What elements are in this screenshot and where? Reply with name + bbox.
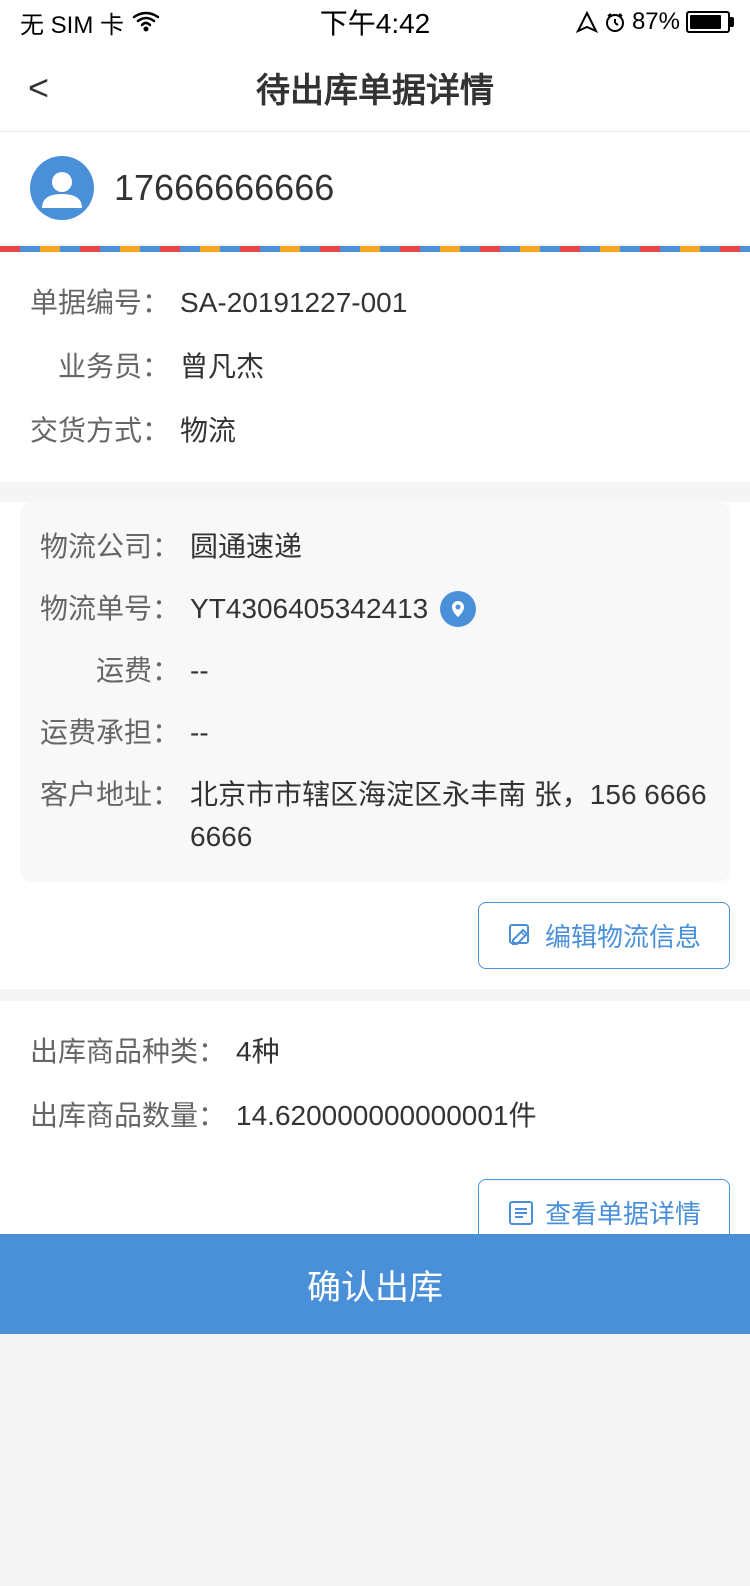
tracking-number-label: 物流单号： — [40, 588, 180, 630]
view-detail-label: 查看单据详情 — [545, 1194, 701, 1231]
wifi-icon — [132, 11, 160, 33]
doc-number-value: SA-20191227-001 — [180, 282, 720, 324]
goods-quantity-value: 14.620000000000001件 — [236, 1095, 720, 1137]
goods-quantity-row: 出库商品数量： 14.620000000000001件 — [30, 1095, 720, 1137]
freight-value: -- — [190, 650, 710, 692]
freight-bearer-label: 运费承担： — [40, 712, 180, 754]
back-button[interactable]: < — [28, 67, 49, 109]
goods-quantity-label: 出库商品数量： — [30, 1095, 226, 1137]
status-right: 87% — [576, 8, 730, 36]
edit-icon — [507, 922, 535, 950]
content-area: 17666666666 单据编号： SA-20191227-001 业务员： 曾… — [0, 132, 750, 1586]
goods-type-value: 4种 — [236, 1031, 720, 1073]
doc-number-label: 单据编号： — [30, 282, 170, 324]
goods-section: 出库商品种类： 4种 出库商品数量： 14.620000000000001件 查… — [0, 1001, 750, 1266]
list-icon — [507, 1199, 535, 1227]
doc-number-row: 单据编号： SA-20191227-001 — [30, 282, 720, 324]
user-avatar-icon — [38, 164, 86, 212]
edit-btn-row: 编辑物流信息 — [0, 882, 750, 989]
confirm-label: 确认出库 — [307, 1260, 443, 1309]
delivery-method-label: 交货方式： — [30, 410, 170, 452]
doc-info-section: 单据编号： SA-20191227-001 业务员： 曾凡杰 交货方式： 物流 — [0, 252, 750, 482]
goods-info: 出库商品种类： 4种 出库商品数量： 14.620000000000001件 — [0, 1001, 750, 1167]
freight-bearer-row: 运费承担： -- — [40, 712, 710, 754]
alarm-icon — [604, 11, 626, 33]
map-pin-icon — [448, 599, 468, 619]
delivery-method-value: 物流 — [180, 410, 720, 452]
tracking-number-row: 物流单号： YT43064053424​13 — [40, 588, 710, 630]
logistics-company-row: 物流公司： 圆通速递 — [40, 526, 710, 568]
tracking-number-value: YT43064053424​13 — [190, 588, 710, 630]
sales-person-label: 业务员： — [30, 346, 170, 388]
status-time: 下午4:42 — [320, 2, 431, 42]
carrier-text: 无 SIM 卡 — [20, 5, 124, 40]
edit-logistics-label: 编辑物流信息 — [545, 917, 701, 954]
location-status-icon — [576, 11, 598, 33]
logistics-company-label: 物流公司： — [40, 526, 180, 568]
address-label: 客户地址： — [40, 774, 180, 816]
confirm-button[interactable]: 确认出库 — [0, 1234, 750, 1334]
nav-bar: < 待出库单据详情 — [0, 44, 750, 132]
tracking-number-text: YT43064053424​13 — [190, 588, 428, 630]
customer-header: 17666666666 — [0, 132, 750, 244]
sales-person-value: 曾凡杰 — [180, 346, 720, 388]
battery-icon — [686, 11, 730, 33]
goods-type-row: 出库商品种类： 4种 — [30, 1031, 720, 1073]
delivery-method-row: 交货方式： 物流 — [30, 410, 720, 452]
address-row: 客户地址： 北京市市辖区海淀区永丰南 张，156 6666 6666 — [40, 774, 710, 858]
logistics-company-value: 圆通速递 — [190, 526, 710, 568]
freight-row: 运费： -- — [40, 650, 710, 692]
freight-bearer-value: -- — [190, 712, 710, 754]
goods-type-label: 出库商品种类： — [30, 1031, 226, 1073]
page-title: 待出库单据详情 — [256, 63, 494, 112]
status-left: 无 SIM 卡 — [20, 5, 160, 40]
sales-person-row: 业务员： 曾凡杰 — [30, 346, 720, 388]
status-bar: 无 SIM 卡 下午4:42 87% — [0, 0, 750, 44]
battery-percent: 87% — [632, 8, 680, 36]
customer-phone: 17666666666 — [114, 167, 334, 209]
location-icon[interactable] — [440, 591, 476, 627]
edit-logistics-button[interactable]: 编辑物流信息 — [478, 902, 730, 969]
freight-label: 运费： — [40, 650, 180, 692]
logistics-section: 物流公司： 圆通速递 物流单号： YT43064053424​13 运费： — [0, 502, 750, 989]
address-value: 北京市市辖区海淀区永丰南 张，156 6666 6666 — [190, 774, 710, 858]
avatar — [30, 156, 94, 220]
logistics-card: 物流公司： 圆通速递 物流单号： YT43064053424​13 运费： — [20, 502, 730, 882]
